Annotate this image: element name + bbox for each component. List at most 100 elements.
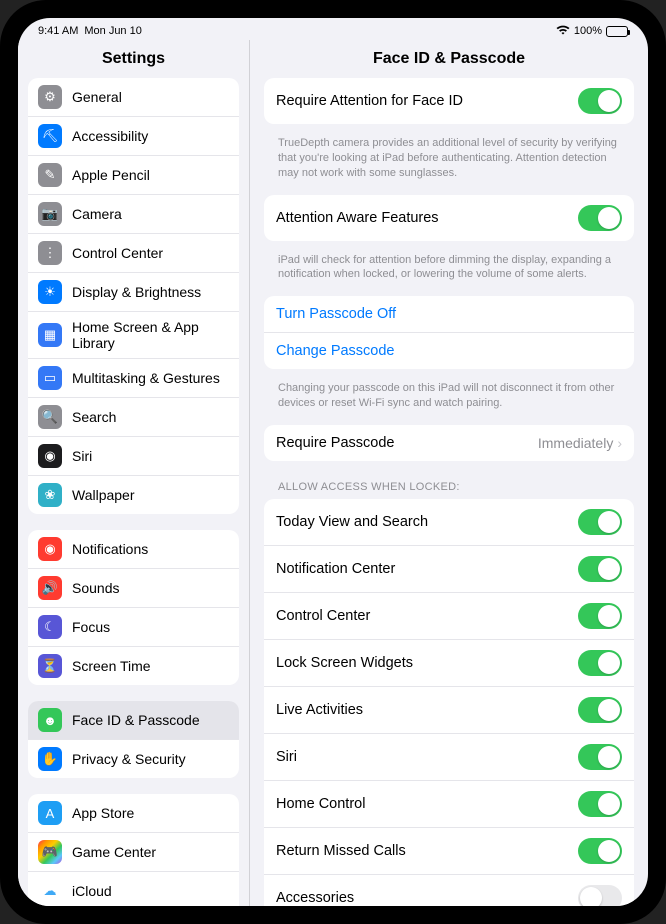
sidebar-item-control-center[interactable]: ⋮ Control Center [28, 234, 239, 273]
sidebar-item-label: Display & Brightness [72, 284, 201, 300]
require-attention-row: Require Attention for Face ID [264, 78, 634, 124]
allow-access-siri: Siri [264, 734, 634, 781]
status-time: 9:41 AM [38, 25, 78, 37]
sidebar-item-label: Control Center [72, 245, 163, 261]
allow-access-label: Control Center [276, 608, 370, 624]
search-icon: 🔍 [38, 405, 62, 429]
sidebar-item-wallpaper[interactable]: ❀ Wallpaper [28, 476, 239, 514]
allow-access-notification-center: Notification Center [264, 546, 634, 593]
sidebar-item-sounds[interactable]: 🔊 Sounds [28, 569, 239, 608]
allow-access-label: Siri [276, 749, 297, 765]
allow-access-toggle-8[interactable] [578, 885, 622, 906]
allow-access-label: Return Missed Calls [276, 843, 406, 859]
sidebar-item-label: Sounds [72, 580, 119, 596]
sounds-icon: 🔊 [38, 576, 62, 600]
allow-access-lock-screen-widgets: Lock Screen Widgets [264, 640, 634, 687]
sidebar-item-label: Focus [72, 619, 110, 635]
sidebar-item-label: Search [72, 409, 116, 425]
control-center-icon: ⋮ [38, 241, 62, 265]
sidebar-item-camera[interactable]: 📷 Camera [28, 195, 239, 234]
focus-icon: ☾ [38, 615, 62, 639]
chevron-right-icon: › [617, 435, 622, 451]
battery-icon [606, 26, 628, 37]
face-id-passcode-icon: ☻ [38, 708, 62, 732]
general-icon: ⚙ [38, 85, 62, 109]
sidebar-item-home-screen-app-library[interactable]: ▦ Home Screen & App Library [28, 312, 239, 359]
attention-aware-footer: iPad will check for attention before dim… [264, 247, 634, 297]
allow-access-label: Lock Screen Widgets [276, 655, 413, 671]
allow-access-toggle-4[interactable] [578, 697, 622, 723]
apple-pencil-icon: ✎ [38, 163, 62, 187]
sidebar-item-face-id-passcode[interactable]: ☻ Face ID & Passcode [28, 701, 239, 740]
allow-access-accessories: Accessories [264, 875, 634, 906]
game-center-icon: 🎮 [38, 840, 62, 864]
require-passcode-value: Immediately [538, 435, 613, 451]
page-title: Face ID & Passcode [250, 40, 648, 78]
require-attention-footer: TrueDepth camera provides an additional … [264, 130, 634, 195]
sidebar-item-label: iCloud [72, 883, 112, 899]
attention-aware-row: Attention Aware Features [264, 195, 634, 241]
sidebar-item-focus[interactable]: ☾ Focus [28, 608, 239, 647]
battery-text: 100% [574, 25, 602, 37]
allow-access-toggle-7[interactable] [578, 838, 622, 864]
sidebar-title: Settings [18, 40, 249, 78]
allow-access-toggle-5[interactable] [578, 744, 622, 770]
attention-aware-label: Attention Aware Features [276, 210, 439, 226]
allow-access-toggle-3[interactable] [578, 650, 622, 676]
allow-access-toggle-6[interactable] [578, 791, 622, 817]
status-date: Mon Jun 10 [84, 25, 141, 37]
turn-passcode-off-button[interactable]: Turn Passcode Off [264, 296, 634, 333]
change-passcode-button[interactable]: Change Passcode [264, 333, 634, 369]
sidebar-item-search[interactable]: 🔍 Search [28, 398, 239, 437]
allow-access-live-activities: Live Activities [264, 687, 634, 734]
allow-access-label: Notification Center [276, 561, 395, 577]
allow-access-toggle-1[interactable] [578, 556, 622, 582]
siri-icon: ◉ [38, 444, 62, 468]
sidebar-item-multitasking-gestures[interactable]: ▭ Multitasking & Gestures [28, 359, 239, 398]
allow-access-label: Live Activities [276, 702, 363, 718]
allow-access-return-missed-calls: Return Missed Calls [264, 828, 634, 875]
home-screen-app-library-icon: ▦ [38, 323, 62, 347]
attention-aware-toggle[interactable] [578, 205, 622, 231]
wallpaper-icon: ❀ [38, 483, 62, 507]
wifi-icon [556, 24, 570, 38]
sidebar-item-display-brightness[interactable]: ☀ Display & Brightness [28, 273, 239, 312]
allow-access-toggle-2[interactable] [578, 603, 622, 629]
sidebar-item-app-store[interactable]: AApp Store [28, 794, 239, 833]
sidebar-item-screen-time[interactable]: ⏳ Screen Time [28, 647, 239, 685]
sidebar-item-label: Wallpaper [72, 487, 135, 503]
allow-access-toggle-0[interactable] [578, 509, 622, 535]
sidebar-item-label: Multitasking & Gestures [72, 370, 220, 386]
sidebar-item-game-center[interactable]: 🎮Game Center [28, 833, 239, 872]
require-attention-toggle[interactable] [578, 88, 622, 114]
sidebar-item-general[interactable]: ⚙ General [28, 78, 239, 117]
sidebar-item-label: App Store [72, 805, 134, 821]
sidebar-item-label: Notifications [72, 541, 148, 557]
notifications-icon: ◉ [38, 537, 62, 561]
privacy-security-icon: ✋ [38, 747, 62, 771]
display-brightness-icon: ☀ [38, 280, 62, 304]
sidebar-item-label: Screen Time [72, 658, 151, 674]
screen-time-icon: ⏳ [38, 654, 62, 678]
multitasking-gestures-icon: ▭ [38, 366, 62, 390]
sidebar-item-notifications[interactable]: ◉ Notifications [28, 530, 239, 569]
allow-access-home-control: Home Control [264, 781, 634, 828]
sidebar-item-label: Camera [72, 206, 122, 222]
sidebar-item-siri[interactable]: ◉Siri [28, 437, 239, 476]
sidebar-item-privacy-security[interactable]: ✋Privacy & Security [28, 740, 239, 778]
require-passcode-row[interactable]: Require Passcode Immediately › [264, 425, 634, 461]
accessibility-icon: ⛏ [38, 124, 62, 148]
allow-access-label: Home Control [276, 796, 365, 812]
sidebar-item-label: Apple Pencil [72, 167, 150, 183]
sidebar-item-accessibility[interactable]: ⛏ Accessibility [28, 117, 239, 156]
sidebar-item-label: Home Screen & App Library [72, 319, 229, 351]
sidebar-item-icloud[interactable]: ☁ iCloud [28, 872, 239, 906]
sidebar-item-label: Face ID & Passcode [72, 712, 200, 728]
sidebar-item-label: Accessibility [72, 128, 148, 144]
require-attention-label: Require Attention for Face ID [276, 93, 463, 109]
allow-access-today-view-and-search: Today View and Search [264, 499, 634, 546]
sidebar-item-apple-pencil[interactable]: ✎ Apple Pencil [28, 156, 239, 195]
sidebar-item-label: General [72, 89, 122, 105]
icloud-icon: ☁ [38, 879, 62, 903]
camera-icon: 📷 [38, 202, 62, 226]
